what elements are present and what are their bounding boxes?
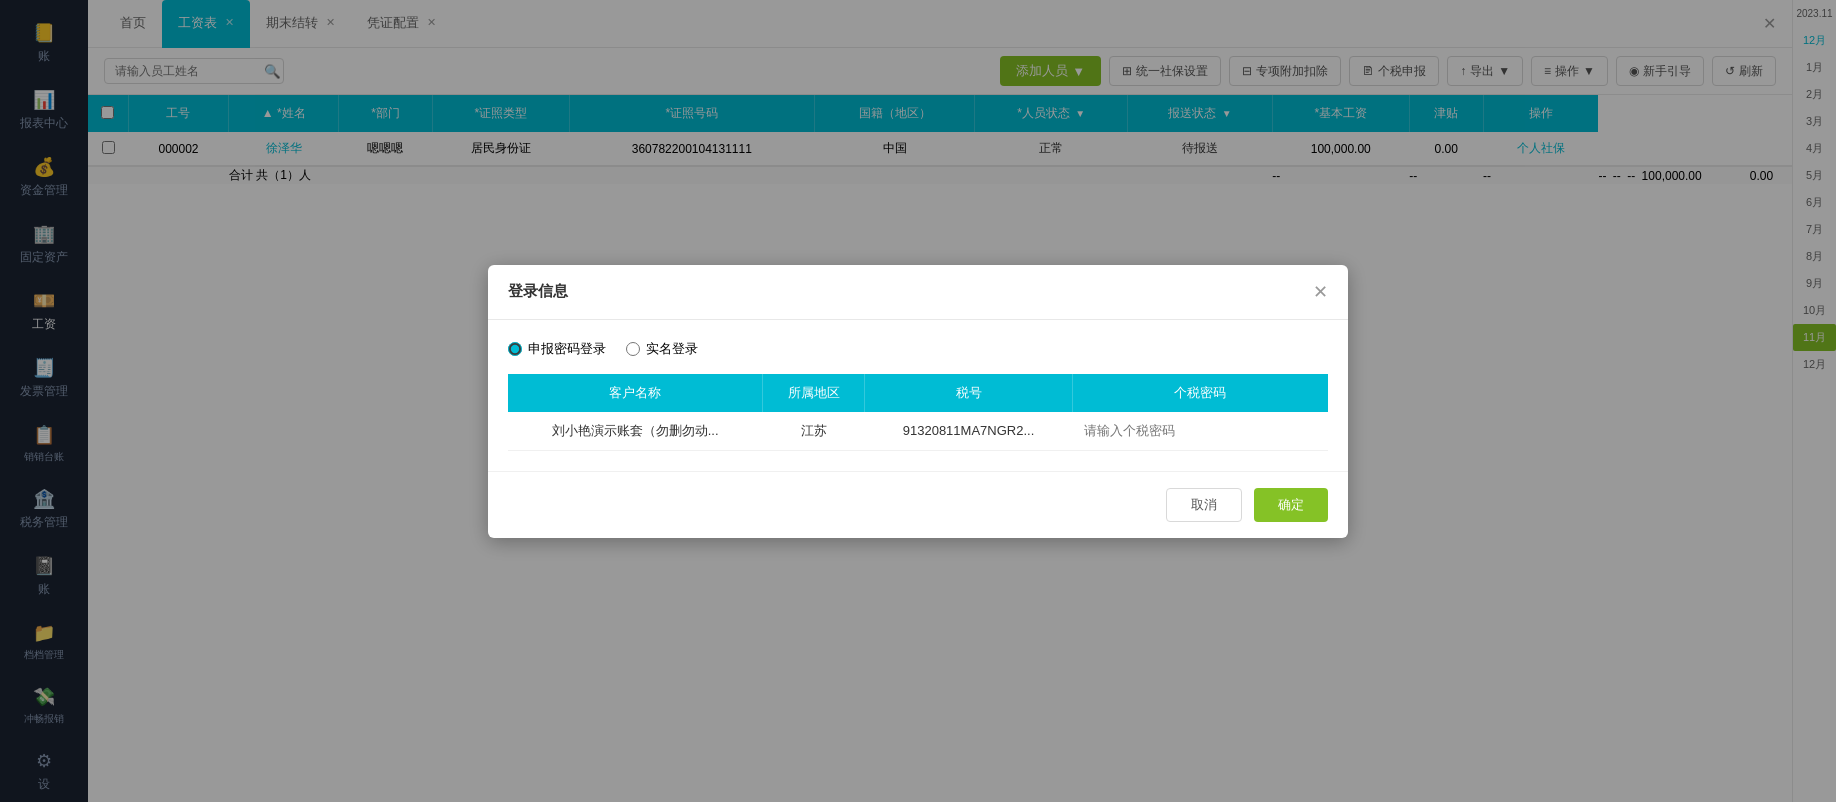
radio-realname-label: 实名登录 bbox=[646, 340, 698, 358]
client-name: 刘小艳演示账套（勿删勿动... bbox=[508, 412, 762, 451]
radio-realname-input[interactable] bbox=[626, 342, 640, 356]
radio-realname-login[interactable]: 实名登录 bbox=[626, 340, 698, 358]
inner-col-password: 个税密码 bbox=[1072, 374, 1328, 412]
cancel-button[interactable]: 取消 bbox=[1166, 488, 1242, 522]
client-table: 客户名称 所属地区 税号 个税密码 刘小艳演示账套（勿删勿动... 江苏 913… bbox=[508, 374, 1328, 451]
dialog-footer: 取消 确定 bbox=[488, 471, 1348, 538]
client-password-input-cell[interactable] bbox=[1072, 412, 1328, 451]
client-region: 江苏 bbox=[762, 412, 865, 451]
modal-overlay: 登录信息 ✕ 申报密码登录 实名登录 客户名称 所属地区 bbox=[0, 0, 1836, 802]
dialog-close-button[interactable]: ✕ bbox=[1313, 281, 1328, 303]
radio-password-input[interactable] bbox=[508, 342, 522, 356]
confirm-button[interactable]: 确定 bbox=[1254, 488, 1328, 522]
login-dialog: 登录信息 ✕ 申报密码登录 实名登录 客户名称 所属地区 bbox=[488, 265, 1348, 538]
inner-col-region: 所属地区 bbox=[762, 374, 865, 412]
inner-col-taxno: 税号 bbox=[865, 374, 1072, 412]
inner-col-name: 客户名称 bbox=[508, 374, 762, 412]
radio-password-login[interactable]: 申报密码登录 bbox=[508, 340, 606, 358]
client-taxno: 91320811MA7NGR2... bbox=[865, 412, 1072, 451]
dialog-header: 登录信息 ✕ bbox=[488, 265, 1348, 320]
dialog-title: 登录信息 bbox=[508, 282, 568, 301]
dialog-body: 申报密码登录 实名登录 客户名称 所属地区 税号 个税密码 bbox=[488, 320, 1348, 471]
login-type-radio-group: 申报密码登录 实名登录 bbox=[508, 340, 1328, 358]
client-table-row: 刘小艳演示账套（勿删勿动... 江苏 91320811MA7NGR2... bbox=[508, 412, 1328, 451]
radio-password-label: 申报密码登录 bbox=[528, 340, 606, 358]
tax-password-input[interactable] bbox=[1084, 423, 1316, 438]
